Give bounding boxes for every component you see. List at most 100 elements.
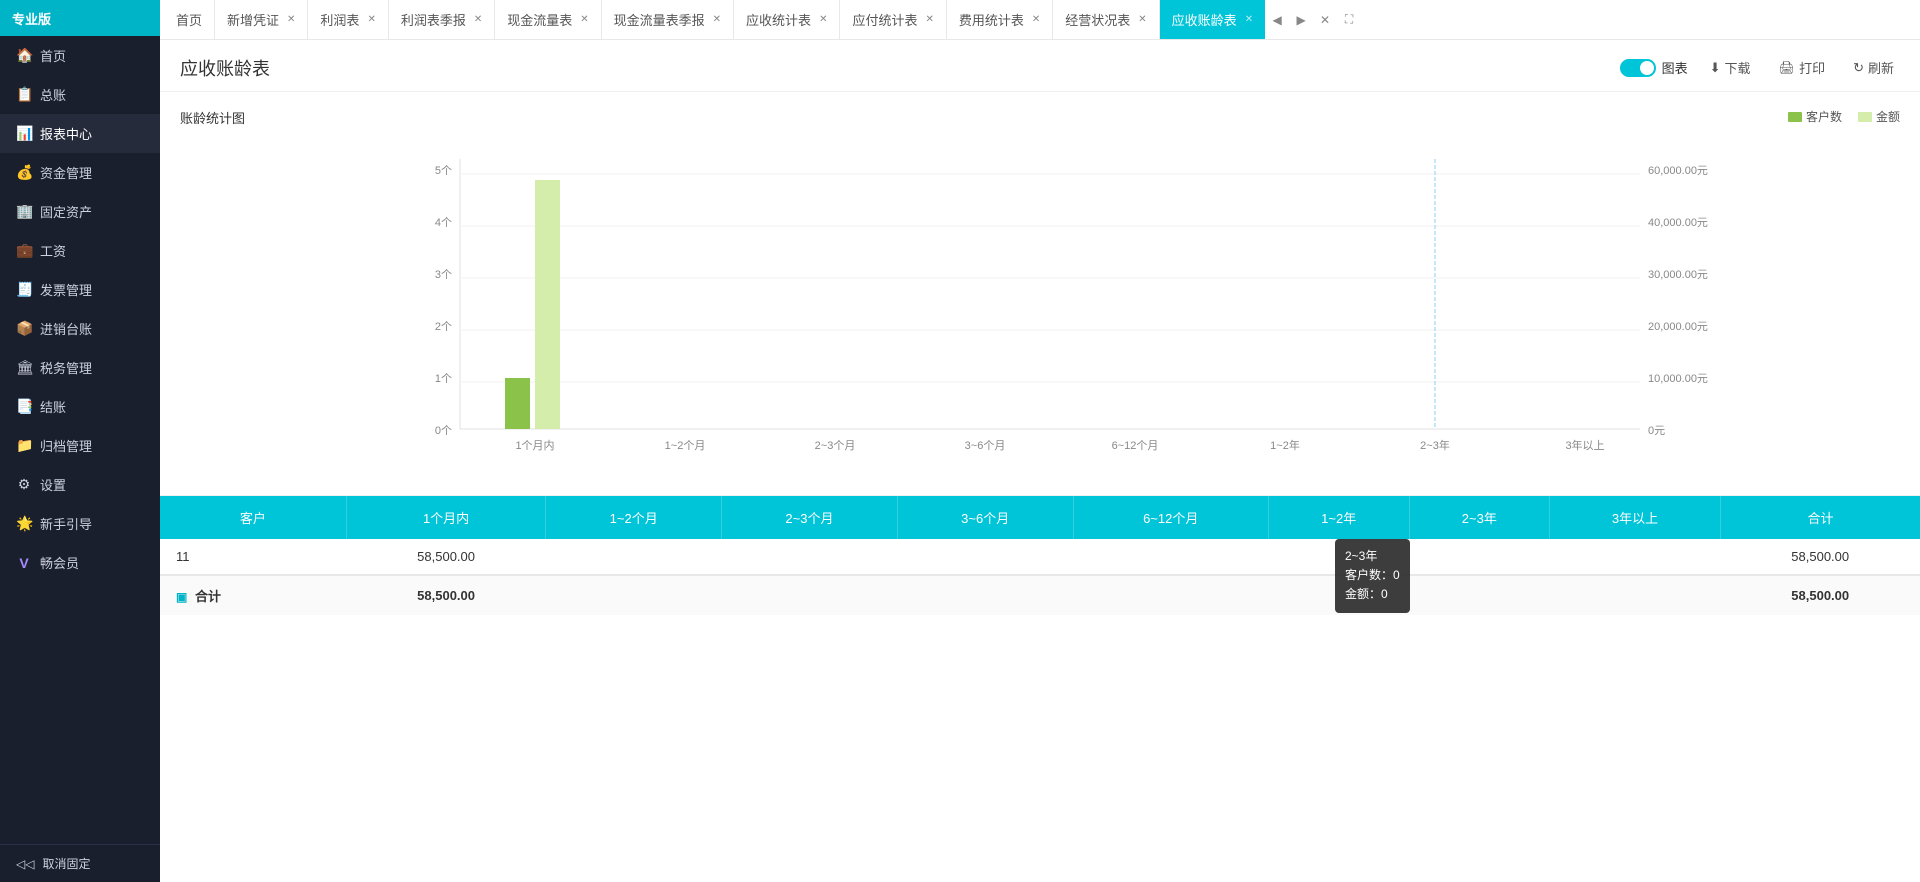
sidebar-item-settings[interactable]: ⚙ 设置 bbox=[0, 465, 160, 504]
tab-cashflow[interactable]: 现金流量表 ✕ bbox=[495, 0, 601, 40]
sidebar: 专业版 🏠 首页 📋 总账 📊 报表中心 💰 资金管理 🏢 固定资产 💼 工资 … bbox=[0, 0, 160, 882]
svg-text:1~2个月: 1~2个月 bbox=[665, 439, 706, 452]
sidebar-item-home[interactable]: 🏠 首页 bbox=[0, 36, 160, 75]
svg-text:5个: 5个 bbox=[435, 164, 452, 177]
download-button[interactable]: ⬇ 下载 bbox=[1704, 54, 1757, 81]
footer-y2-3 bbox=[1409, 575, 1550, 615]
tab-prev-button[interactable]: ◀ bbox=[1265, 0, 1289, 40]
print-label: 打印 bbox=[1799, 58, 1825, 77]
legend-amount: 金额 bbox=[1858, 108, 1900, 125]
tab-profit-quarterly-close[interactable]: ✕ bbox=[474, 14, 482, 25]
col-m6-12: 6~12个月 bbox=[1073, 496, 1268, 539]
sidebar-item-ledger[interactable]: 📋 总账 bbox=[0, 75, 160, 114]
sidebar-label-home: 首页 bbox=[40, 46, 66, 65]
sidebar-item-invoice[interactable]: 🧾 发票管理 bbox=[0, 270, 160, 309]
chart-toggle[interactable]: 图表 bbox=[1620, 58, 1688, 77]
refresh-button[interactable]: ↻ 刷新 bbox=[1847, 54, 1900, 81]
sidebar-item-tax[interactable]: 🏛 税务管理 bbox=[0, 348, 160, 387]
tab-profit-close[interactable]: ✕ bbox=[367, 14, 375, 25]
legend-customer-label: 客户数 bbox=[1806, 108, 1842, 125]
tab-business-status[interactable]: 经营状况表 ✕ bbox=[1053, 0, 1159, 40]
sidebar-item-salary[interactable]: 💼 工资 bbox=[0, 231, 160, 270]
tab-home-label: 首页 bbox=[176, 10, 202, 29]
tab-cashflow-quarterly-close[interactable]: ✕ bbox=[713, 14, 721, 25]
sidebar-item-close[interactable]: 📑 结账 bbox=[0, 387, 160, 426]
svg-text:1~2年: 1~2年 bbox=[1270, 438, 1300, 452]
tab-voucher[interactable]: 新增凭证 ✕ bbox=[215, 0, 308, 40]
tab-cashflow-quarterly-label: 现金流量表季报 bbox=[614, 10, 705, 29]
tab-ar-stat-label: 应收统计表 bbox=[746, 10, 811, 29]
print-button[interactable]: 🖨 打印 bbox=[1773, 54, 1832, 81]
sidebar-label-invoice: 发票管理 bbox=[40, 280, 92, 299]
tab-home[interactable]: 首页 bbox=[164, 0, 215, 40]
settings-icon: ⚙ bbox=[16, 476, 32, 493]
footer-total: 58,500.00 bbox=[1720, 575, 1920, 615]
col-m1-2: 1~2个月 bbox=[546, 496, 722, 539]
tab-profit-quarterly[interactable]: 利润表季报 ✕ bbox=[389, 0, 495, 40]
bar-amount-m1 bbox=[535, 180, 560, 429]
tab-voucher-close[interactable]: ✕ bbox=[287, 14, 295, 25]
cell-y1-2 bbox=[1268, 539, 1409, 575]
svg-text:3年以上: 3年以上 bbox=[1565, 438, 1604, 452]
cell-y2-3 bbox=[1409, 539, 1550, 575]
guide-icon: 🌟 bbox=[16, 515, 32, 532]
tab-expense-stat-close[interactable]: ✕ bbox=[1032, 14, 1040, 25]
tab-ar-aging[interactable]: 应收账龄表 ✕ bbox=[1160, 0, 1265, 40]
chart-svg: 0个 1个 2个 3个 4个 5个 0元 10,000.00元 20,000.0… bbox=[180, 139, 1900, 479]
table-footer-row: ▣ 合计 58,500.00 58,500.00 bbox=[160, 575, 1920, 615]
tab-expense-stat[interactable]: 费用统计表 ✕ bbox=[947, 0, 1053, 40]
tab-next-button[interactable]: ▶ bbox=[1289, 0, 1313, 40]
footer-m1-2 bbox=[546, 575, 722, 615]
ledger-icon: 📋 bbox=[16, 86, 32, 103]
sidebar-item-reports[interactable]: 📊 报表中心 bbox=[0, 114, 160, 153]
sidebar-item-archive[interactable]: 📁 归档管理 bbox=[0, 426, 160, 465]
svg-text:6~12个月: 6~12个月 bbox=[1112, 439, 1159, 452]
tab-ar-stat-close[interactable]: ✕ bbox=[819, 14, 827, 25]
svg-text:4个: 4个 bbox=[435, 216, 452, 229]
unpin-sidebar-button[interactable]: ◁◁ 取消固定 bbox=[0, 844, 160, 882]
tab-profit[interactable]: 利润表 ✕ bbox=[308, 0, 388, 40]
bar-customer-m1 bbox=[505, 378, 530, 429]
sidebar-label-tax: 税务管理 bbox=[40, 358, 92, 377]
sidebar-label-archive: 归档管理 bbox=[40, 436, 92, 455]
unpin-label: 取消固定 bbox=[42, 855, 90, 872]
svg-text:2个: 2个 bbox=[435, 320, 452, 333]
sidebar-item-assets[interactable]: 🏢 固定资产 bbox=[0, 192, 160, 231]
tab-cashflow-quarterly[interactable]: 现金流量表季报 ✕ bbox=[602, 0, 734, 40]
svg-text:60,000.00元: 60,000.00元 bbox=[1648, 165, 1708, 177]
tab-business-status-close[interactable]: ✕ bbox=[1138, 14, 1146, 25]
sales-icon: 📦 bbox=[16, 320, 32, 337]
main-content: 首页 新增凭证 ✕ 利润表 ✕ 利润表季报 ✕ 现金流量表 ✕ 现金流量表季报 … bbox=[160, 0, 1920, 882]
cell-total: 58,500.00 bbox=[1720, 539, 1920, 575]
tab-cashflow-close[interactable]: ✕ bbox=[580, 14, 588, 25]
footer-label: ▣ 合计 bbox=[160, 575, 346, 615]
download-label: 下载 bbox=[1725, 58, 1751, 77]
tab-ar-aging-close[interactable]: ✕ bbox=[1245, 14, 1253, 25]
tab-close-all-button[interactable]: ✕ bbox=[1313, 0, 1337, 40]
sidebar-item-sales[interactable]: 📦 进销台账 bbox=[0, 309, 160, 348]
tab-voucher-label: 新增凭证 bbox=[227, 10, 279, 29]
svg-text:2~3年: 2~3年 bbox=[1420, 438, 1450, 452]
tab-ap-stat-label: 应付统计表 bbox=[852, 10, 917, 29]
toggle-label: 图表 bbox=[1662, 58, 1688, 77]
sidebar-label-salary: 工资 bbox=[40, 241, 66, 260]
cell-m1-2 bbox=[546, 539, 722, 575]
vip-icon: V bbox=[16, 555, 32, 571]
col-m3-6: 3~6个月 bbox=[897, 496, 1073, 539]
toggle-track[interactable] bbox=[1620, 59, 1656, 77]
sidebar-item-vip[interactable]: V 畅会员 bbox=[0, 543, 160, 582]
sidebar-item-funds[interactable]: 💰 资金管理 bbox=[0, 153, 160, 192]
sidebar-label-reports: 报表中心 bbox=[40, 124, 92, 143]
tab-ap-stat-close[interactable]: ✕ bbox=[925, 14, 933, 25]
footer-y1-2 bbox=[1268, 575, 1409, 615]
sidebar-label-funds: 资金管理 bbox=[40, 163, 92, 182]
col-y2-3: 2~3年 bbox=[1409, 496, 1550, 539]
legend-amount-color bbox=[1858, 112, 1872, 122]
tab-maximize-button[interactable]: ⛶ bbox=[1337, 0, 1361, 40]
tab-ap-stat[interactable]: 应付统计表 ✕ bbox=[840, 0, 946, 40]
archive-icon: 📁 bbox=[16, 437, 32, 454]
sidebar-item-guide[interactable]: 🌟 新手引导 bbox=[0, 504, 160, 543]
page-actions: 图表 ⬇ 下载 🖨 打印 ↻ 刷新 bbox=[1620, 54, 1900, 81]
tab-ar-stat[interactable]: 应收统计表 ✕ bbox=[734, 0, 840, 40]
footer-m1: 58,500.00 bbox=[346, 575, 545, 615]
